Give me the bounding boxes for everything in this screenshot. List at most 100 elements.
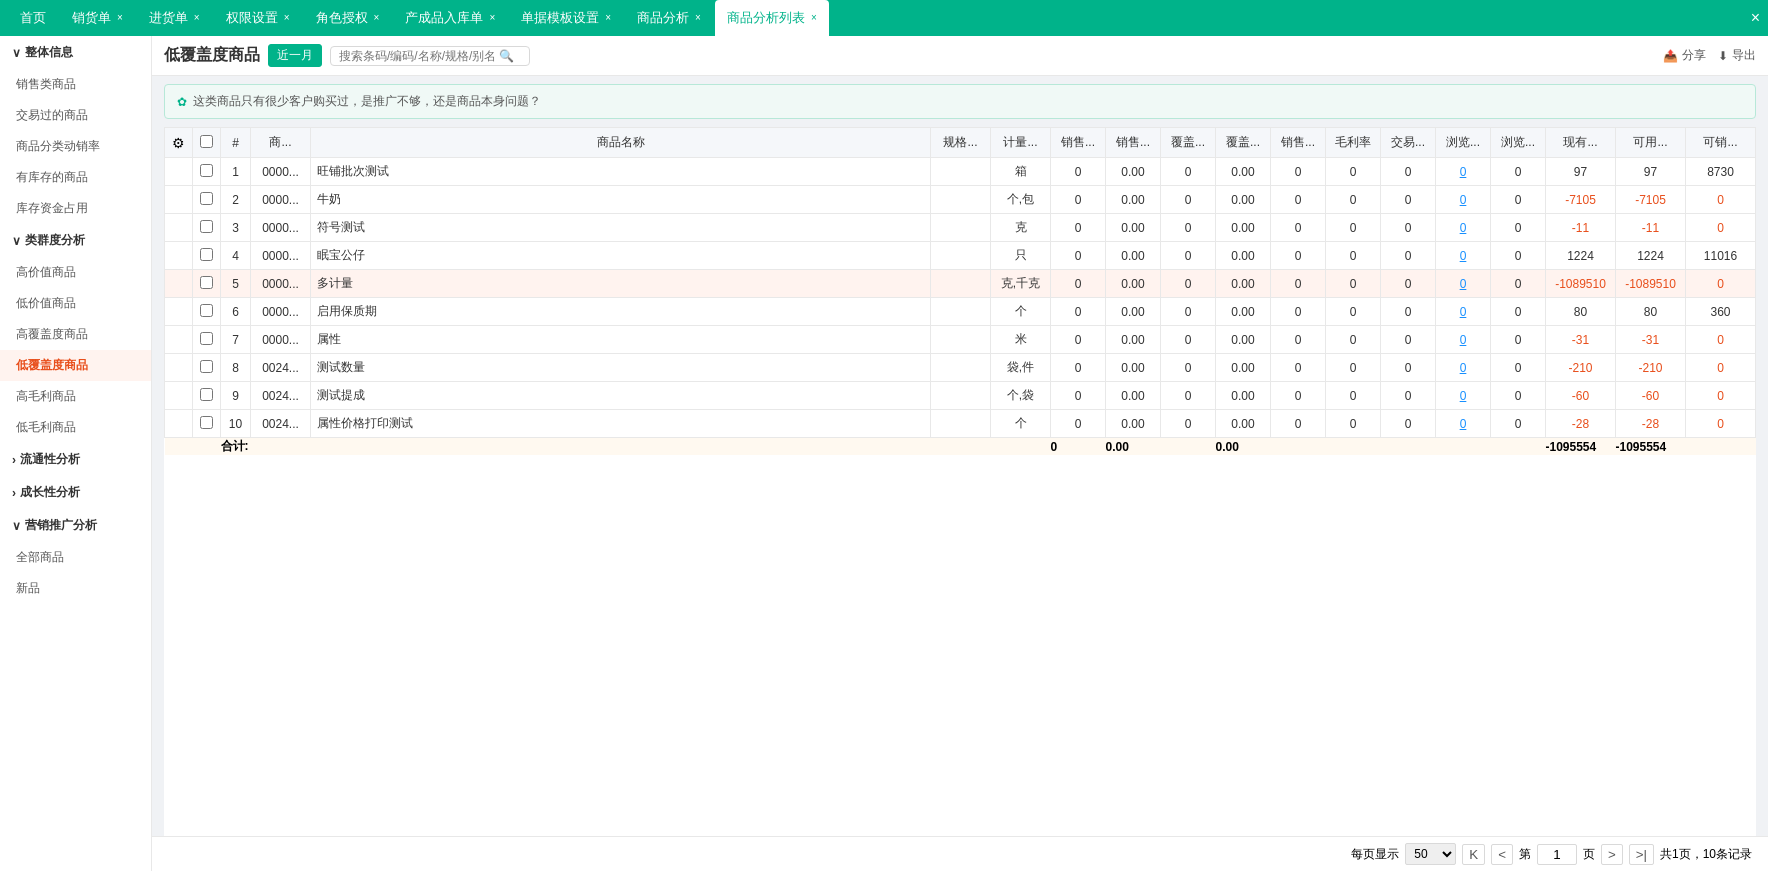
row-checkbox-input[interactable] [200, 360, 213, 373]
nav-tab-analysis[interactable]: 商品分析 × [625, 0, 713, 36]
row-checkbox-input[interactable] [200, 164, 213, 177]
search-input[interactable] [339, 49, 499, 63]
sidebar-item-inventory-capital[interactable]: 库存资金占用 [0, 193, 151, 224]
row-browse1[interactable]: 0 [1436, 242, 1491, 270]
last-page-button[interactable]: >| [1629, 844, 1654, 865]
col-spec[interactable]: 规格... [931, 128, 991, 158]
col-browse2[interactable]: 浏览... [1491, 128, 1546, 158]
col-available[interactable]: 可用... [1616, 128, 1686, 158]
col-name[interactable]: 商品名称 [311, 128, 931, 158]
col-cover2[interactable]: 覆盖... [1216, 128, 1271, 158]
row-browse1[interactable]: 0 [1436, 270, 1491, 298]
row-checkbox[interactable] [193, 326, 221, 354]
sidebar-item-new-goods[interactable]: 新品 [0, 573, 151, 604]
nav-tab-permission[interactable]: 权限设置 × [214, 0, 302, 36]
col-settings[interactable]: ⚙ [165, 128, 193, 158]
row-checkbox[interactable] [193, 354, 221, 382]
search-icon[interactable]: 🔍 [499, 49, 514, 63]
row-browse1[interactable]: 0 [1436, 410, 1491, 438]
row-checkbox[interactable] [193, 270, 221, 298]
close-icon[interactable]: × [117, 0, 123, 36]
row-checkbox-input[interactable] [200, 192, 213, 205]
col-trade[interactable]: 交易... [1381, 128, 1436, 158]
row-checkbox[interactable] [193, 410, 221, 438]
row-checkbox-input[interactable] [200, 388, 213, 401]
col-code[interactable]: 商... [251, 128, 311, 158]
col-unit[interactable]: 计量... [991, 128, 1051, 158]
row-code: 0000... [251, 186, 311, 214]
export-button[interactable]: ⬇ 导出 [1718, 47, 1756, 64]
sidebar-item-inventory-goods[interactable]: 有库存的商品 [0, 162, 151, 193]
sidebar-item-low-value[interactable]: 低价值商品 [0, 288, 151, 319]
close-icon[interactable]: × [811, 0, 817, 36]
close-icon[interactable]: × [194, 0, 200, 36]
page-size-select[interactable]: 50 100 200 [1405, 843, 1456, 865]
sidebar-item-category-rate[interactable]: 商品分类动销率 [0, 131, 151, 162]
sidebar-section-cluster[interactable]: ∨ 类群度分析 [0, 224, 151, 257]
sidebar-section-marketing[interactable]: ∨ 营销推广分析 [0, 509, 151, 542]
nav-tab-home[interactable]: 首页 [8, 0, 58, 36]
sidebar-item-all-goods[interactable]: 全部商品 [0, 542, 151, 573]
sidebar-collapse-button[interactable]: « [151, 434, 152, 474]
sidebar-item-low-coverage[interactable]: 低覆盖度商品 [0, 350, 151, 381]
prev-page-button[interactable]: < [1491, 844, 1513, 865]
row-unit: 个 [991, 410, 1051, 438]
row-browse1[interactable]: 0 [1436, 326, 1491, 354]
col-browse1[interactable]: 浏览... [1436, 128, 1491, 158]
row-checkbox-input[interactable] [200, 304, 213, 317]
row-browse1[interactable]: 0 [1436, 382, 1491, 410]
sidebar-section-circulation[interactable]: › 流通性分析 [0, 443, 151, 476]
nav-tab-product-entry[interactable]: 产成品入库单 × [393, 0, 507, 36]
sidebar-item-traded-goods[interactable]: 交易过的商品 [0, 100, 151, 131]
column-settings-button[interactable]: ⚙ [170, 135, 187, 151]
col-sales1[interactable]: 销售... [1051, 128, 1106, 158]
filter-recent-month-button[interactable]: 近一月 [268, 44, 322, 67]
close-icon[interactable]: × [695, 0, 701, 36]
row-browse1[interactable]: 0 [1436, 186, 1491, 214]
col-cover1[interactable]: 覆盖... [1161, 128, 1216, 158]
row-browse1[interactable]: 0 [1436, 298, 1491, 326]
close-all-tabs-button[interactable]: × [1751, 9, 1760, 27]
row-checkbox-input[interactable] [200, 248, 213, 261]
col-gross[interactable]: 毛利率 [1326, 128, 1381, 158]
row-checkbox[interactable] [193, 186, 221, 214]
col-sales2[interactable]: 销售... [1106, 128, 1161, 158]
row-checkbox-input[interactable] [200, 220, 213, 233]
row-checkbox-input[interactable] [200, 332, 213, 345]
row-checkbox-input[interactable] [200, 416, 213, 429]
row-browse1[interactable]: 0 [1436, 214, 1491, 242]
col-saleable[interactable]: 可销... [1686, 128, 1756, 158]
sidebar-item-low-profit[interactable]: 低毛利商品 [0, 412, 151, 443]
next-page-button[interactable]: > [1601, 844, 1623, 865]
row-browse1[interactable]: 0 [1436, 354, 1491, 382]
row-checkbox[interactable] [193, 242, 221, 270]
row-checkbox[interactable] [193, 382, 221, 410]
share-button[interactable]: 📤 分享 [1663, 47, 1706, 64]
row-checkbox[interactable] [193, 298, 221, 326]
page-number-input[interactable] [1537, 844, 1577, 865]
col-sales3[interactable]: 销售... [1271, 128, 1326, 158]
nav-tab-role[interactable]: 角色授权 × [304, 0, 392, 36]
first-page-button[interactable]: K [1462, 844, 1485, 865]
nav-tab-analysis-list[interactable]: 商品分析列表 × [715, 0, 829, 36]
col-current[interactable]: 现有... [1546, 128, 1616, 158]
sidebar-item-sales-goods[interactable]: 销售类商品 [0, 69, 151, 100]
select-all-checkbox[interactable] [200, 135, 213, 148]
col-checkbox[interactable] [193, 128, 221, 158]
row-checkbox[interactable] [193, 158, 221, 186]
nav-tab-sales[interactable]: 销货单 × [60, 0, 135, 36]
sidebar-item-high-coverage[interactable]: 高覆盖度商品 [0, 319, 151, 350]
sidebar-section-growth[interactable]: › 成长性分析 [0, 476, 151, 509]
row-browse1[interactable]: 0 [1436, 158, 1491, 186]
row-checkbox[interactable] [193, 214, 221, 242]
close-icon[interactable]: × [605, 0, 611, 36]
nav-tab-purchase[interactable]: 进货单 × [137, 0, 212, 36]
close-icon[interactable]: × [489, 0, 495, 36]
sidebar-item-high-profit[interactable]: 高毛利商品 [0, 381, 151, 412]
close-icon[interactable]: × [374, 0, 380, 36]
sidebar-section-overall[interactable]: ∨ 整体信息 [0, 36, 151, 69]
close-icon[interactable]: × [284, 0, 290, 36]
row-checkbox-input[interactable] [200, 276, 213, 289]
sidebar-item-high-value[interactable]: 高价值商品 [0, 257, 151, 288]
nav-tab-template[interactable]: 单据模板设置 × [509, 0, 623, 36]
